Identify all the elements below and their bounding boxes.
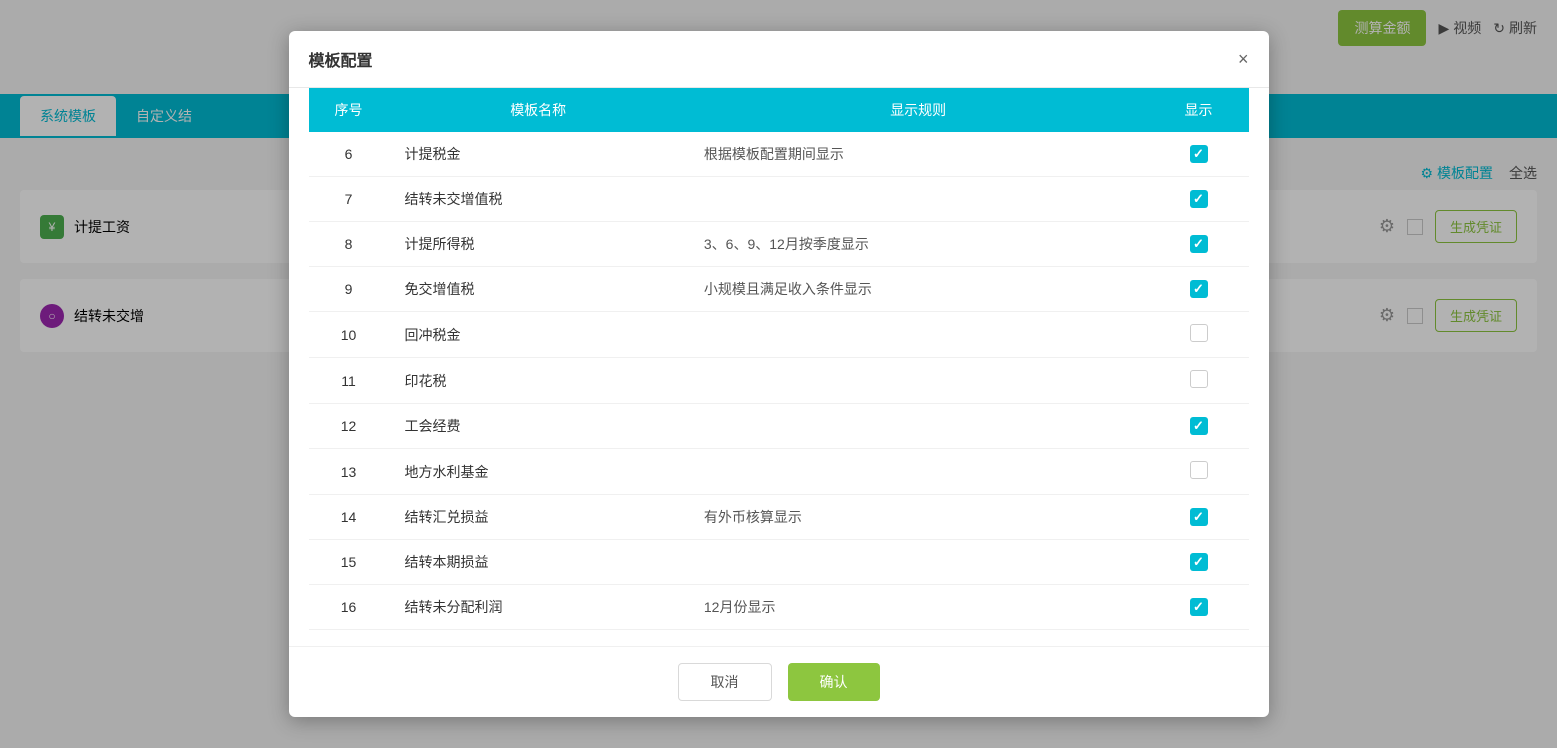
col-header-display: 显示 — [1149, 88, 1249, 132]
checkbox-5[interactable] — [1190, 370, 1208, 388]
table-row: 14结转汇兑损益有外币核算显示 — [309, 495, 1249, 540]
cell-no-5: 11 — [309, 358, 389, 404]
cell-check-3 — [1149, 267, 1249, 312]
table-row: 16结转未分配利润12月份显示 — [309, 585, 1249, 630]
config-table: 序号 模板名称 显示规则 显示 6计提税金根据模板配置期间显示7结转未交增值税8… — [309, 88, 1249, 630]
cell-name-5: 印花税 — [389, 358, 688, 404]
col-header-name: 模板名称 — [389, 88, 688, 132]
checkbox-8[interactable] — [1190, 508, 1208, 526]
modal-header: 模板配置 × — [289, 31, 1269, 88]
cell-check-6 — [1149, 404, 1249, 449]
checkbox-6[interactable] — [1190, 417, 1208, 435]
cell-no-8: 14 — [309, 495, 389, 540]
cell-no-1: 7 — [309, 177, 389, 222]
cell-check-7 — [1149, 449, 1249, 495]
modal-template-config: 模板配置 × 序号 模板名称 显示规则 显示 6计提税金根据模板配置期间显示7结… — [289, 31, 1269, 717]
cell-check-5 — [1149, 358, 1249, 404]
cell-rule-10: 12月份显示 — [688, 585, 1149, 630]
table-row: 15结转本期损益 — [309, 540, 1249, 585]
cell-rule-3: 小规模且满足收入条件显示 — [688, 267, 1149, 312]
checkbox-7[interactable] — [1190, 461, 1208, 479]
table-row: 12工会经费 — [309, 404, 1249, 449]
cell-name-6: 工会经费 — [389, 404, 688, 449]
cell-name-10: 结转未分配利润 — [389, 585, 688, 630]
cell-check-9 — [1149, 540, 1249, 585]
cell-check-1 — [1149, 177, 1249, 222]
cell-rule-1 — [688, 177, 1149, 222]
cell-name-0: 计提税金 — [389, 132, 688, 177]
cell-name-7: 地方水利基金 — [389, 449, 688, 495]
cell-check-0 — [1149, 132, 1249, 177]
col-header-no: 序号 — [309, 88, 389, 132]
col-header-rule: 显示规则 — [688, 88, 1149, 132]
checkbox-4[interactable] — [1190, 324, 1208, 342]
cell-rule-5 — [688, 358, 1149, 404]
checkbox-3[interactable] — [1190, 280, 1208, 298]
table-header-row: 序号 模板名称 显示规则 显示 — [309, 88, 1249, 132]
table-row: 11印花税 — [309, 358, 1249, 404]
table-row: 6计提税金根据模板配置期间显示 — [309, 132, 1249, 177]
table-row: 9免交增值税小规模且满足收入条件显示 — [309, 267, 1249, 312]
cell-name-8: 结转汇兑损益 — [389, 495, 688, 540]
modal-close-button[interactable]: × — [1238, 49, 1249, 70]
cell-rule-8: 有外币核算显示 — [688, 495, 1149, 540]
cell-no-7: 13 — [309, 449, 389, 495]
checkbox-10[interactable] — [1190, 598, 1208, 616]
cell-check-10 — [1149, 585, 1249, 630]
modal-body: 序号 模板名称 显示规则 显示 6计提税金根据模板配置期间显示7结转未交增值税8… — [289, 88, 1269, 646]
cell-no-6: 12 — [309, 404, 389, 449]
checkbox-0[interactable] — [1190, 145, 1208, 163]
cancel-button[interactable]: 取消 — [678, 663, 772, 701]
cell-name-9: 结转本期损益 — [389, 540, 688, 585]
cell-no-10: 16 — [309, 585, 389, 630]
cell-rule-7 — [688, 449, 1149, 495]
table-row: 13地方水利基金 — [309, 449, 1249, 495]
table-row: 7结转未交增值税 — [309, 177, 1249, 222]
cell-no-2: 8 — [309, 222, 389, 267]
cell-no-4: 10 — [309, 312, 389, 358]
modal-title: 模板配置 — [309, 47, 373, 71]
checkbox-1[interactable] — [1190, 190, 1208, 208]
cell-check-4 — [1149, 312, 1249, 358]
cell-rule-6 — [688, 404, 1149, 449]
cell-check-8 — [1149, 495, 1249, 540]
checkbox-9[interactable] — [1190, 553, 1208, 571]
confirm-button[interactable]: 确认 — [788, 663, 880, 701]
cell-no-3: 9 — [309, 267, 389, 312]
cell-name-2: 计提所得税 — [389, 222, 688, 267]
cell-rule-0: 根据模板配置期间显示 — [688, 132, 1149, 177]
modal-footer: 取消 确认 — [289, 646, 1269, 717]
cell-name-4: 回冲税金 — [389, 312, 688, 358]
cell-name-3: 免交增值税 — [389, 267, 688, 312]
cell-name-1: 结转未交增值税 — [389, 177, 688, 222]
cell-rule-9 — [688, 540, 1149, 585]
cell-no-0: 6 — [309, 132, 389, 177]
cell-rule-2: 3、6、9、12月按季度显示 — [688, 222, 1149, 267]
checkbox-2[interactable] — [1190, 235, 1208, 253]
table-row: 8计提所得税3、6、9、12月按季度显示 — [309, 222, 1249, 267]
cell-check-2 — [1149, 222, 1249, 267]
cell-no-9: 15 — [309, 540, 389, 585]
table-row: 10回冲税金 — [309, 312, 1249, 358]
cell-rule-4 — [688, 312, 1149, 358]
